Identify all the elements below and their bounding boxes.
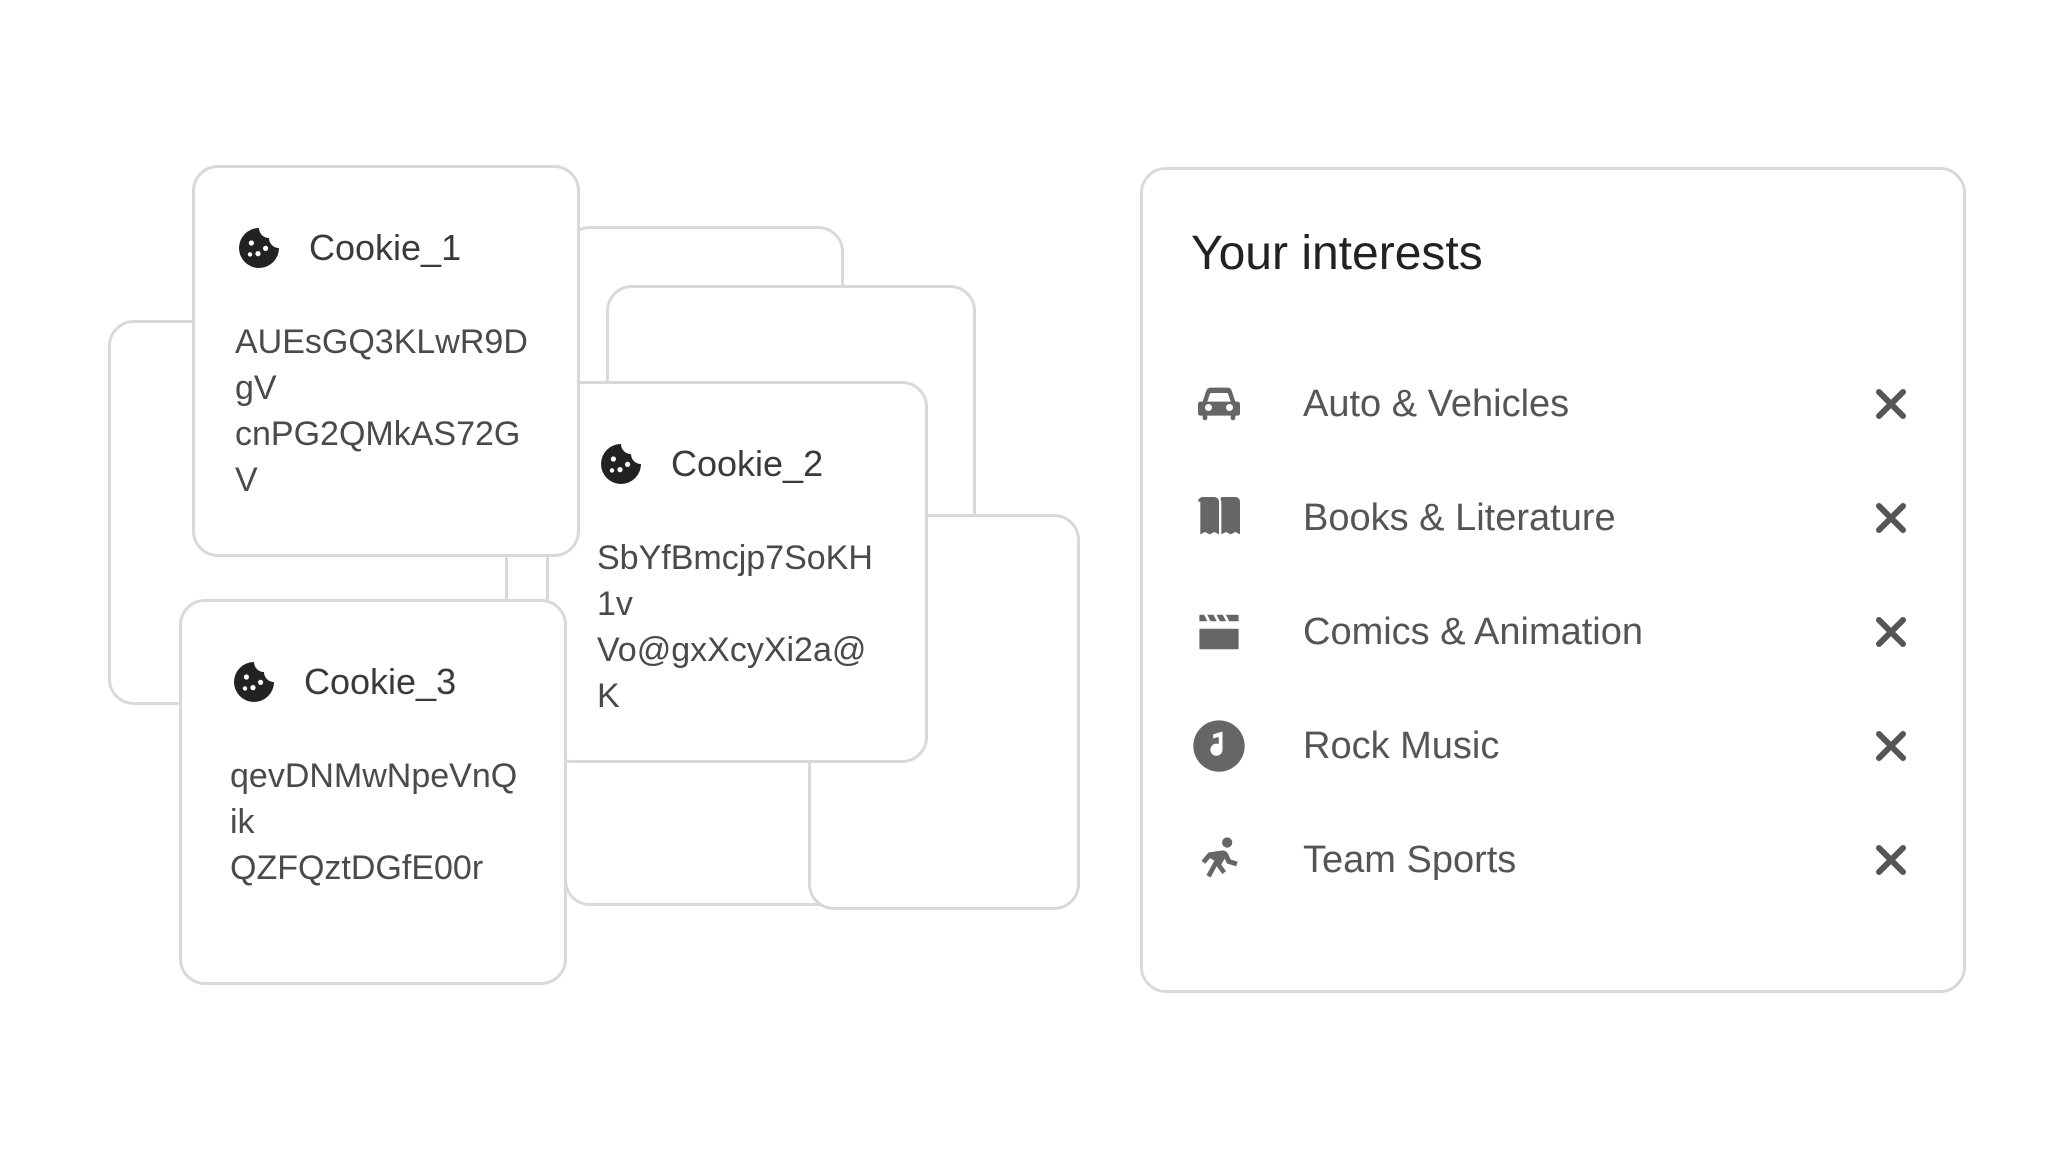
remove-interest-button[interactable]: [1867, 608, 1915, 656]
interest-label: Team Sports: [1303, 839, 1867, 882]
interest-row-auto: Auto & Vehicles: [1191, 347, 1915, 461]
cookie-title: Cookie_2: [671, 443, 823, 485]
interests-panel: Your interests Auto & Vehicles Books & L…: [1140, 167, 1966, 993]
interest-row-sports: Team Sports: [1191, 803, 1915, 917]
remove-interest-button[interactable]: [1867, 494, 1915, 542]
cookie-value-line: qevDNMwNpeVnQik: [230, 757, 517, 841]
remove-interest-button[interactable]: [1867, 380, 1915, 428]
interest-row-comics: Comics & Animation: [1191, 575, 1915, 689]
cookie-title: Cookie_1: [309, 227, 461, 269]
cookie-value-line: AUEsGQ3KLwR9DgV: [235, 323, 528, 407]
cookie-value: AUEsGQ3KLwR9DgV cnPG2QMkAS72GV: [235, 320, 541, 504]
cookie-value-line: SbYfBmcjp7SoKH1v: [597, 539, 873, 623]
interest-label: Rock Music: [1303, 725, 1867, 768]
sports-icon: [1191, 832, 1247, 888]
cookie-value: qevDNMwNpeVnQik QZFQztDGfE00r: [230, 754, 524, 892]
cookie-card-2: Cookie_2 SbYfBmcjp7SoKH1v Vo@gxXcyXi2a@K: [546, 381, 928, 763]
remove-interest-button[interactable]: [1867, 722, 1915, 770]
cookie-icon: [597, 440, 645, 488]
cookie-title: Cookie_3: [304, 661, 456, 703]
cookie-value: SbYfBmcjp7SoKH1v Vo@gxXcyXi2a@K: [597, 536, 885, 720]
cookie-value-line: Vo@gxXcyXi2a@K: [597, 631, 866, 715]
interests-title: Your interests: [1191, 226, 1915, 281]
remove-interest-button[interactable]: [1867, 836, 1915, 884]
book-icon: [1191, 490, 1247, 546]
clapper-icon: [1191, 604, 1247, 660]
diagram-stage: Cookie_1 AUEsGQ3KLwR9DgV cnPG2QMkAS72GV …: [0, 0, 2048, 1153]
interest-row-books: Books & Literature: [1191, 461, 1915, 575]
cookie-value-line: QZFQztDGfE00r: [230, 849, 483, 887]
cookie-value-line: cnPG2QMkAS72GV: [235, 415, 520, 499]
cookie-icon: [235, 224, 283, 272]
interest-label: Comics & Animation: [1303, 611, 1867, 654]
interest-label: Books & Literature: [1303, 497, 1867, 540]
cookie-icon: [230, 658, 278, 706]
cookie-card-3: Cookie_3 qevDNMwNpeVnQik QZFQztDGfE00r: [179, 599, 567, 985]
music-icon: [1191, 718, 1247, 774]
interest-label: Auto & Vehicles: [1303, 383, 1867, 426]
cookie-card-1: Cookie_1 AUEsGQ3KLwR9DgV cnPG2QMkAS72GV: [192, 165, 580, 557]
car-icon: [1191, 376, 1247, 432]
interest-row-music: Rock Music: [1191, 689, 1915, 803]
